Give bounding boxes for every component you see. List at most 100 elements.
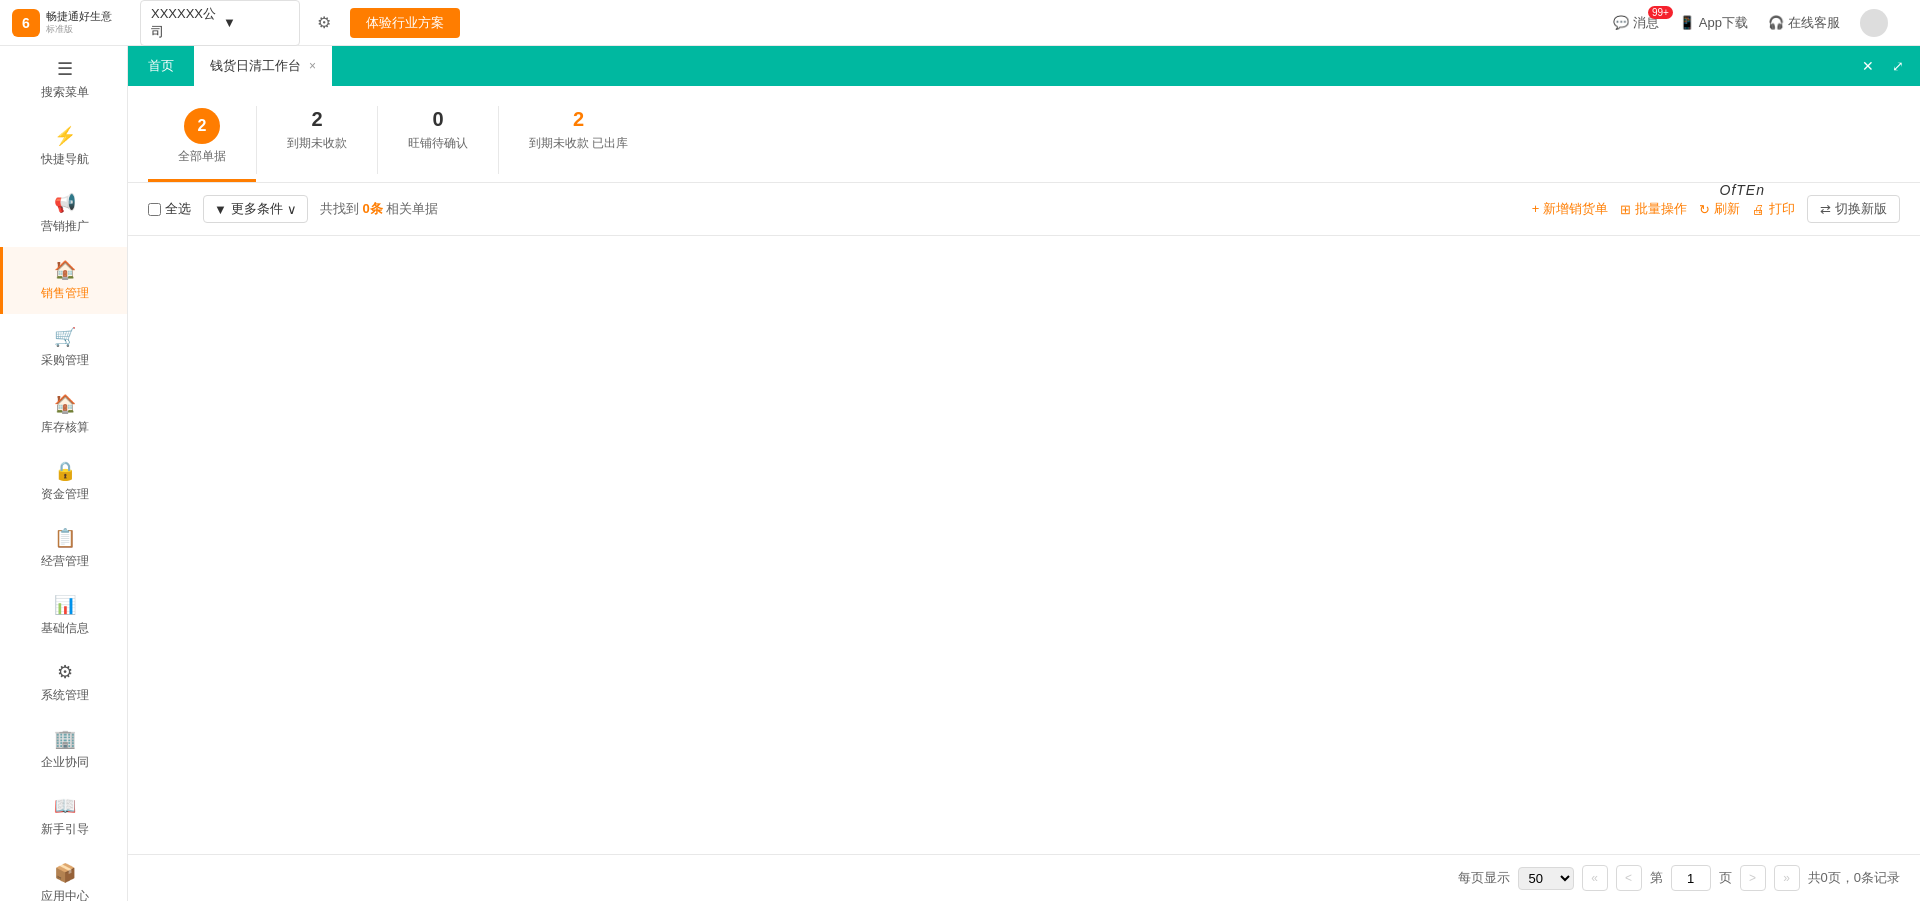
sidebar-item-purchase[interactable]: 🛒 采购管理	[0, 314, 127, 381]
sidebar-item-label: 营销推广	[41, 218, 89, 235]
online-service-icon: 🎧	[1768, 15, 1784, 30]
app-download-label: App下载	[1699, 14, 1748, 32]
toolbar-right: + 新增销货单 ⊞ 批量操作 ↻ 刷新 🖨 打印 ⇄	[1532, 195, 1900, 223]
sidebar-item-app-center[interactable]: 📦 应用中心	[0, 850, 127, 901]
stat-card-overdue[interactable]: 2 到期未收款	[257, 98, 377, 182]
sidebar-item-inventory[interactable]: 🏠 库存核算	[0, 381, 127, 448]
stat-number-shipped: 2	[529, 108, 628, 131]
sidebar-item-label: 基础信息	[41, 620, 89, 637]
switch-version-button[interactable]: ⇄ 切换新版	[1807, 195, 1900, 223]
quick-nav-icon: ⚡	[54, 125, 76, 147]
first-page-button[interactable]: «	[1582, 865, 1608, 891]
sidebar-item-operation[interactable]: 📋 经营管理	[0, 515, 127, 582]
sidebar-item-label: 企业协同	[41, 754, 89, 771]
page-size-select[interactable]: 50 10 20 100	[1518, 867, 1574, 890]
sidebar-item-finance[interactable]: 🔒 资金管理	[0, 448, 127, 515]
sidebar-item-label: 搜索菜单	[41, 84, 89, 101]
app-center-icon: 📦	[54, 862, 76, 884]
logo-icon: 6	[12, 9, 40, 37]
stat-number-pending: 0	[408, 108, 468, 131]
stat-label-all: 全部单据	[178, 148, 226, 165]
filter-button[interactable]: ▼ 更多条件 ∨	[203, 195, 308, 223]
app-download-button[interactable]: 📱 App下载	[1679, 14, 1748, 32]
message-badge: 99+	[1648, 6, 1673, 19]
finance-icon: 🔒	[54, 460, 76, 482]
sidebar-item-search-menu[interactable]: ☰ 搜索菜单	[0, 46, 127, 113]
logo-badge: 标准版	[46, 23, 112, 36]
total-info: 共0页，0条记录	[1808, 869, 1900, 887]
tab-home[interactable]: 首页	[128, 46, 194, 86]
refresh-icon: ↻	[1699, 202, 1710, 217]
pagination-bar: 每页显示 50 10 20 100 « < 第 页 > » 共0页，0条记录	[128, 854, 1920, 901]
purchase-icon: 🛒	[54, 326, 76, 348]
chevron-down-icon: ▼	[223, 15, 289, 30]
print-icon: 🖨	[1752, 202, 1765, 217]
last-page-button[interactable]: »	[1774, 865, 1800, 891]
refresh-button[interactable]: ↻ 刷新	[1699, 200, 1740, 218]
sidebar-item-sales[interactable]: 🏠 销售管理	[0, 247, 127, 314]
batch-icon: ⊞	[1620, 202, 1631, 217]
layout: ☰ 搜索菜单 ⚡ 快捷导航 📢 营销推广 🏠 销售管理 🛒 采购管理 🏠 库存核…	[0, 46, 1920, 901]
search-menu-icon: ☰	[57, 58, 73, 80]
stat-label-shipped: 到期未收款 已出库	[529, 135, 628, 152]
page-size-label: 每页显示	[1458, 869, 1510, 887]
message-icon: 💬	[1613, 15, 1629, 30]
filter-icon: ▼	[214, 202, 227, 217]
tab-close-button[interactable]: ×	[309, 59, 316, 73]
print-label: 打印	[1769, 200, 1795, 218]
prev-page-button[interactable]: <	[1616, 865, 1642, 891]
sidebar-item-label: 系统管理	[41, 687, 89, 704]
found-count: 0条	[363, 201, 383, 216]
marketing-icon: 📢	[54, 192, 76, 214]
stat-card-shipped[interactable]: 2 到期未收款 已出库	[499, 98, 658, 182]
company-name: XXXXXX公司	[151, 5, 217, 41]
operation-icon: 📋	[54, 527, 76, 549]
page-number-input[interactable]	[1671, 865, 1711, 891]
company-selector[interactable]: XXXXXX公司 ▼	[140, 0, 300, 46]
main-content: 2 全部单据 2 到期未收款 0 旺铺待确认 2 到期未收款 已出库	[128, 86, 1920, 901]
add-sales-order-button[interactable]: + 新增销货单	[1532, 200, 1608, 218]
sidebar-item-basic-info[interactable]: 📊 基础信息	[0, 582, 127, 649]
message-button[interactable]: 💬 消息 99+	[1613, 14, 1659, 32]
avatar[interactable]	[1860, 9, 1888, 37]
tab-close-window-button[interactable]: ✕	[1856, 54, 1880, 78]
sidebar-item-quick-nav[interactable]: ⚡ 快捷导航	[0, 113, 127, 180]
settings-button[interactable]: ⚙	[308, 7, 340, 39]
print-button[interactable]: 🖨 打印	[1752, 200, 1795, 218]
refresh-label: 刷新	[1714, 200, 1740, 218]
batch-label: 批量操作	[1635, 200, 1687, 218]
sidebar-item-system[interactable]: ⚙ 系统管理	[0, 649, 127, 716]
sidebar-item-enterprise[interactable]: 🏢 企业协同	[0, 716, 127, 783]
online-service-label: 在线客服	[1788, 14, 1840, 32]
gear-icon: ⚙	[317, 13, 331, 32]
sidebar-item-marketing[interactable]: 📢 营销推广	[0, 180, 127, 247]
stat-number-overdue: 2	[287, 108, 347, 131]
sidebar-item-label: 应用中心	[41, 888, 89, 901]
main-area: 首页 钱货日清工作台 × ✕ ⤢ 2 全部单据 2 到期未收款	[128, 46, 1920, 901]
select-all-checkbox[interactable]: 全选	[148, 200, 191, 218]
select-all-label: 全选	[165, 200, 191, 218]
online-service-button[interactable]: 🎧 在线客服	[1768, 14, 1840, 32]
batch-operation-button[interactable]: ⊞ 批量操作	[1620, 200, 1687, 218]
tab-active[interactable]: 钱货日清工作台 ×	[194, 46, 332, 86]
sidebar-item-guide[interactable]: 📖 新手引导	[0, 783, 127, 850]
trial-button[interactable]: 体验行业方案	[350, 8, 460, 38]
found-prefix: 共找到	[320, 201, 359, 216]
logo-name: 畅捷通好生意	[46, 9, 112, 23]
page-suffix: 页	[1719, 869, 1732, 887]
stat-label-pending: 旺铺待确认	[408, 135, 468, 152]
filter-label: 更多条件	[231, 200, 283, 218]
found-text: 共找到 0条 相关单据	[320, 200, 438, 218]
select-all-input[interactable]	[148, 203, 161, 216]
tab-bar: 首页 钱货日清工作台 × ✕ ⤢	[128, 46, 1920, 86]
tab-maximize-button[interactable]: ⤢	[1886, 54, 1910, 78]
next-page-button[interactable]: >	[1740, 865, 1766, 891]
app-download-icon: 📱	[1679, 15, 1695, 30]
switch-label: 切换新版	[1835, 200, 1887, 218]
header-right: 💬 消息 99+ 📱 App下载 🎧 在线客服	[1613, 9, 1908, 37]
stat-card-all[interactable]: 2 全部单据	[148, 98, 256, 182]
stat-card-pending[interactable]: 0 旺铺待确认	[378, 98, 498, 182]
tab-bar-actions: ✕ ⤢	[1856, 54, 1920, 78]
switch-icon: ⇄	[1820, 202, 1831, 217]
toolbar: 全选 ▼ 更多条件 ∨ 共找到 0条 相关单据 + 新增销货单 ⊞ 批量操作	[128, 183, 1920, 236]
